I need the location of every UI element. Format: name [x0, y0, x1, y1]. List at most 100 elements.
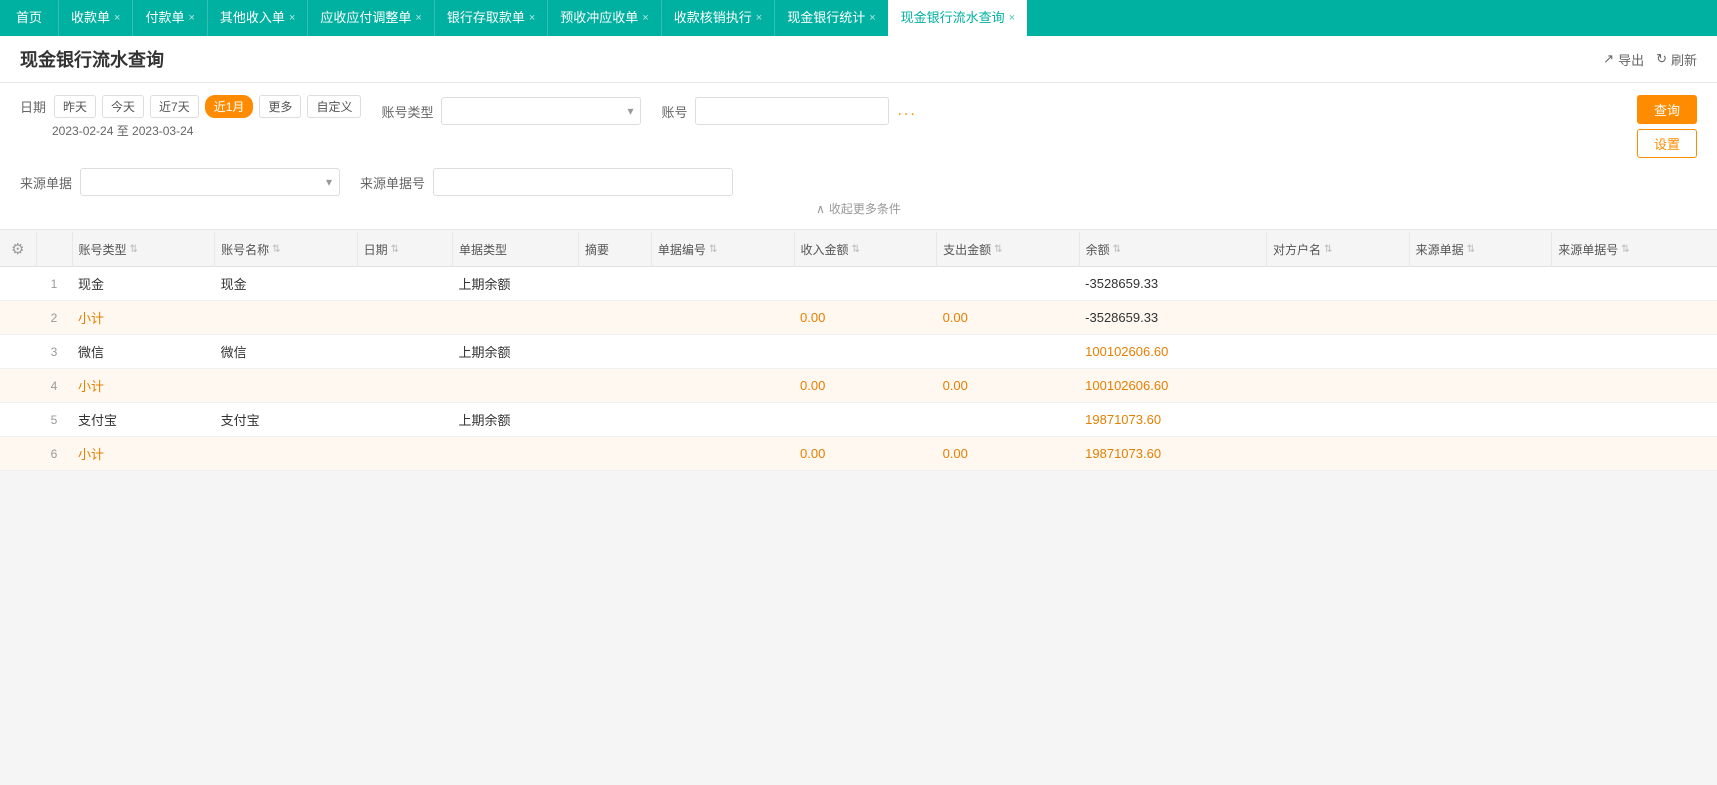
account-dots-button[interactable]: ... — [897, 102, 916, 120]
th-income[interactable]: 收入金额 ⇅ — [794, 232, 937, 267]
td-balance: 19871073.60 — [1079, 437, 1266, 471]
th-expense-label: 支出金额 — [943, 241, 991, 258]
td-account-name — [215, 437, 358, 471]
date-btn-more[interactable]: 更多 — [259, 95, 301, 118]
source-doc-number-input[interactable] — [433, 168, 733, 196]
th-source-doc[interactable]: 来源单据 ⇅ — [1409, 232, 1552, 267]
td-counterparty — [1267, 301, 1410, 335]
table-body: 1 现金 现金 上期余额 -3528659.33 2 小计 0.00 0.00 … — [0, 267, 1717, 471]
nav-tab-close-1[interactable]: × — [188, 0, 194, 36]
export-button[interactable]: ↗ 导出 — [1603, 50, 1644, 69]
nav-tab-close-2[interactable]: × — [289, 0, 295, 36]
date-btn-custom[interactable]: 自定义 — [307, 95, 361, 118]
nav-tab-close-5[interactable]: × — [642, 0, 648, 36]
query-button[interactable]: 查询 — [1637, 95, 1697, 124]
table-row[interactable]: 1 现金 现金 上期余额 -3528659.33 — [0, 267, 1717, 301]
nav-tab-5[interactable]: 预收冲应收单 × — [547, 0, 660, 36]
th-doc-number[interactable]: 单据编号 ⇅ — [651, 232, 794, 267]
td-index: 4 — [36, 369, 72, 403]
nav-tab-6[interactable]: 收款核销执行 × — [661, 0, 774, 36]
account-type-label: 账号类型 — [381, 102, 433, 121]
td-summary — [579, 403, 652, 437]
nav-tab-close-3[interactable]: × — [415, 0, 421, 36]
th-doc-type-label: 单据类型 — [459, 243, 507, 257]
td-index: 5 — [36, 403, 72, 437]
td-expense: 0.00 — [937, 369, 1080, 403]
nav-tab-label-7: 现金银行统计 — [787, 0, 865, 36]
gear-icon[interactable]: ⚙ — [11, 241, 24, 258]
nav-tab-2[interactable]: 其他收入单 × — [207, 0, 307, 36]
th-account-name[interactable]: 账号名称 ⇅ — [215, 232, 358, 267]
th-account-type[interactable]: 账号类型 ⇅ — [72, 232, 215, 267]
td-source-doc-no — [1552, 301, 1717, 335]
refresh-button[interactable]: ↻ 刷新 — [1656, 50, 1697, 69]
date-btn-yesterday[interactable]: 昨天 — [54, 95, 96, 118]
nav-tab-close-0[interactable]: × — [114, 0, 120, 36]
nav-tab-close-6[interactable]: × — [756, 0, 762, 36]
th-summary: 摘要 — [579, 232, 652, 267]
td-income — [794, 335, 937, 369]
nav-tab-label-3: 应收应付调整单 — [320, 0, 411, 36]
th-date[interactable]: 日期 ⇅ — [357, 232, 452, 267]
td-date — [357, 301, 452, 335]
source-doc-number-label: 来源单据号 — [360, 173, 425, 192]
nav-tab-label-2: 其他收入单 — [220, 0, 285, 36]
td-source-doc-no — [1552, 267, 1717, 301]
th-account-type-label: 账号类型 — [79, 241, 127, 258]
date-btn-1month[interactable]: 近1月 — [205, 95, 254, 118]
nav-home[interactable]: 首页 — [0, 0, 58, 36]
nav-tab-1[interactable]: 付款单 × — [132, 0, 206, 36]
td-source-doc — [1409, 369, 1552, 403]
td-summary — [579, 369, 652, 403]
nav-tab-0[interactable]: 收款单 × — [58, 0, 132, 36]
date-options: 昨天 今天 近7天 近1月 更多 自定义 — [54, 95, 361, 118]
th-source-doc-no[interactable]: 来源单据号 ⇅ — [1552, 232, 1717, 267]
date-btn-7days[interactable]: 近7天 — [150, 95, 199, 118]
nav-tab-8[interactable]: 现金银行流水查询 × — [888, 0, 1027, 36]
th-balance[interactable]: 余额 ⇅ — [1079, 232, 1266, 267]
td-index: 1 — [36, 267, 72, 301]
th-counterparty[interactable]: 对方户名 ⇅ — [1267, 232, 1410, 267]
table-row[interactable]: 3 微信 微信 上期余额 100102606.60 — [0, 335, 1717, 369]
th-index — [36, 232, 72, 267]
td-index: 3 — [36, 335, 72, 369]
settings-button[interactable]: 设置 — [1637, 129, 1697, 158]
nav-tab-3[interactable]: 应收应付调整单 × — [307, 0, 433, 36]
td-summary — [579, 301, 652, 335]
th-summary-label: 摘要 — [585, 243, 609, 257]
nav-tab-7[interactable]: 现金银行统计 × — [774, 0, 887, 36]
th-expense[interactable]: 支出金额 ⇅ — [937, 232, 1080, 267]
td-index: 2 — [36, 301, 72, 335]
table-row[interactable]: 5 支付宝 支付宝 上期余额 19871073.60 — [0, 403, 1717, 437]
td-balance: -3528659.33 — [1079, 267, 1266, 301]
td-expense: 0.00 — [937, 301, 1080, 335]
td-gear — [0, 369, 36, 403]
nav-tab-4[interactable]: 银行存取款单 × — [434, 0, 547, 36]
td-balance: 100102606.60 — [1079, 335, 1266, 369]
td-account-type: 微信 — [72, 335, 215, 369]
account-input[interactable] — [695, 97, 889, 125]
nav-tab-label-0: 收款单 — [71, 0, 110, 36]
sort-icon-account-name: ⇅ — [272, 244, 280, 255]
th-account-name-label: 账号名称 — [221, 241, 269, 258]
nav-tab-close-7[interactable]: × — [869, 0, 875, 36]
source-doc-select[interactable] — [80, 168, 340, 196]
td-expense — [937, 267, 1080, 301]
td-source-doc — [1409, 301, 1552, 335]
table-row[interactable]: 6 小计 0.00 0.00 19871073.60 — [0, 437, 1717, 471]
td-account-name: 支付宝 — [215, 403, 358, 437]
table-row[interactable]: 4 小计 0.00 0.00 100102606.60 — [0, 369, 1717, 403]
collapse-bar[interactable]: ∧ 收起更多条件 — [20, 196, 1697, 221]
nav-tab-close-4[interactable]: × — [529, 0, 535, 36]
td-date — [357, 437, 452, 471]
sort-icon-account-type: ⇅ — [130, 244, 138, 255]
td-gear — [0, 301, 36, 335]
table-row[interactable]: 2 小计 0.00 0.00 -3528659.33 — [0, 301, 1717, 335]
nav-tab-close-8[interactable]: × — [1009, 0, 1015, 36]
td-summary — [579, 267, 652, 301]
account-type-select[interactable] — [441, 97, 641, 125]
td-source-doc — [1409, 403, 1552, 437]
td-source-doc — [1409, 437, 1552, 471]
date-btn-today[interactable]: 今天 — [102, 95, 144, 118]
td-expense: 0.00 — [937, 437, 1080, 471]
